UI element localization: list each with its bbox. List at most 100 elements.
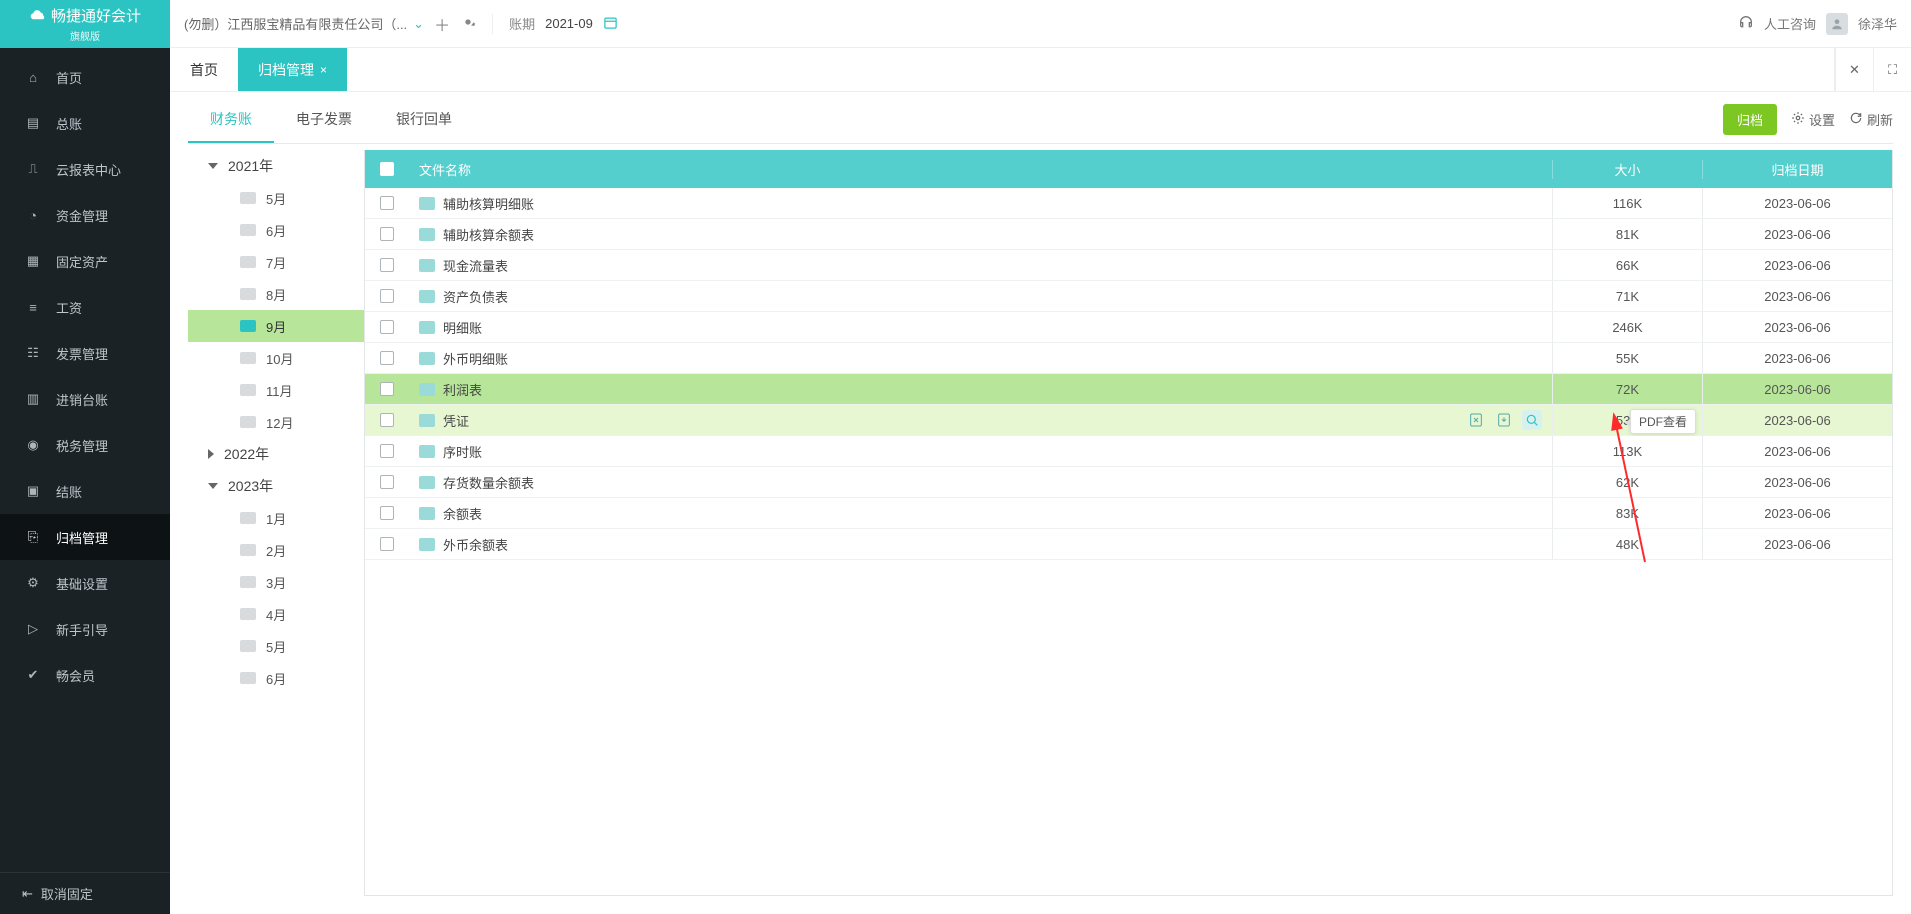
tree-month-2-2[interactable]: 3月	[188, 566, 364, 598]
period-label: 账期	[509, 14, 535, 33]
table-row[interactable]: 明细账 246K 2023-06-06	[365, 312, 1892, 343]
download-pdf-icon[interactable]	[1494, 410, 1514, 430]
table-row[interactable]: 凭证 PDF查看 53K 2023-06-06	[365, 405, 1892, 436]
tree-month-0-6[interactable]: 11月	[188, 374, 364, 406]
row-checkbox[interactable]	[380, 258, 394, 272]
subtab-2[interactable]: 银行回单	[374, 97, 474, 143]
folder-icon	[419, 383, 435, 396]
table-row[interactable]: 利润表 72K 2023-06-06	[365, 374, 1892, 405]
fullscreen-icon[interactable]: ⛶	[1873, 48, 1911, 91]
sidebar-item-8[interactable]: ◉税务管理	[0, 422, 170, 468]
archive-date: 2023-06-06	[1702, 529, 1892, 559]
tree-month-2-1[interactable]: 2月	[188, 534, 364, 566]
subtab-0[interactable]: 财务账	[188, 97, 274, 143]
row-checkbox[interactable]	[380, 289, 394, 303]
salary-icon: ≡	[24, 298, 42, 316]
close-all-tabs[interactable]: ✕	[1835, 48, 1873, 91]
row-checkbox[interactable]	[380, 320, 394, 334]
calendar-icon[interactable]	[603, 15, 618, 33]
period-value[interactable]: 2021-09	[545, 16, 593, 31]
subtab-1[interactable]: 电子发票	[274, 97, 374, 143]
folder-icon	[240, 384, 256, 396]
row-checkbox[interactable]	[380, 351, 394, 365]
user-name[interactable]: 徐泽华	[1858, 14, 1897, 33]
sidebar-item-12[interactable]: ▷新手引导	[0, 606, 170, 652]
refresh-link[interactable]: 刷新	[1849, 110, 1893, 129]
sidebar-item-1[interactable]: ▤总账	[0, 100, 170, 146]
support-link[interactable]: 人工咨询	[1764, 14, 1816, 33]
sidebar-item-7[interactable]: ▥进销台账	[0, 376, 170, 422]
col-size-header: 大小	[1552, 160, 1702, 179]
file-name: 存货数量余额表	[443, 473, 534, 492]
table-row[interactable]: 余额表 83K 2023-06-06	[365, 498, 1892, 529]
file-name: 凭证	[443, 411, 469, 430]
avatar[interactable]	[1826, 13, 1848, 35]
row-checkbox[interactable]	[380, 506, 394, 520]
sidebar-item-4[interactable]: ▦固定资产	[0, 238, 170, 284]
table-row[interactable]: 存货数量余额表 62K 2023-06-06	[365, 467, 1892, 498]
file-size: 72K	[1552, 374, 1702, 404]
tree-month-0-2[interactable]: 7月	[188, 246, 364, 278]
tab-1[interactable]: 归档管理×	[238, 48, 347, 91]
sidebar-item-3[interactable]: ◔资金管理	[0, 192, 170, 238]
sidebar-item-5[interactable]: ≡工资	[0, 284, 170, 330]
tree-month-0-7[interactable]: 12月	[188, 406, 364, 438]
tree-month-0-4[interactable]: 9月	[188, 310, 364, 342]
select-all-checkbox[interactable]	[380, 162, 394, 176]
tree-month-2-4[interactable]: 5月	[188, 630, 364, 662]
gear-icon[interactable]	[460, 14, 476, 33]
close-icon[interactable]: ×	[320, 63, 327, 77]
sidebar-item-9[interactable]: ▣结账	[0, 468, 170, 514]
pdf-view-icon[interactable]	[1522, 410, 1542, 430]
table-row[interactable]: 现金流量表 66K 2023-06-06	[365, 250, 1892, 281]
table-row[interactable]: 资产负债表 71K 2023-06-06	[365, 281, 1892, 312]
sidebar-unpin[interactable]: ⇤ 取消固定	[0, 872, 170, 914]
download-excel-icon[interactable]	[1466, 410, 1486, 430]
sidebar: 畅捷通好会计 旗舰版 ⌂首页▤总账⎍云报表中心◔资金管理▦固定资产≡工资☷发票管…	[0, 0, 170, 914]
tree-year-1[interactable]: 2022年	[188, 438, 364, 470]
sidebar-item-10[interactable]: ⎘归档管理	[0, 514, 170, 560]
row-checkbox[interactable]	[380, 413, 394, 427]
folder-icon	[240, 672, 256, 684]
sidebar-item-2[interactable]: ⎍云报表中心	[0, 146, 170, 192]
archive-button[interactable]: 归档	[1723, 104, 1777, 135]
file-name: 利润表	[443, 380, 482, 399]
close-period-icon: ▣	[24, 482, 42, 500]
add-icon[interactable]: ＋	[434, 12, 450, 36]
folder-icon	[419, 352, 435, 365]
tree-month-0-5[interactable]: 10月	[188, 342, 364, 374]
settings-link[interactable]: 设置	[1791, 110, 1835, 129]
table-row[interactable]: 外币余额表 48K 2023-06-06	[365, 529, 1892, 560]
sidebar-item-11[interactable]: ⚙基础设置	[0, 560, 170, 606]
table-row[interactable]: 辅助核算余额表 81K 2023-06-06	[365, 219, 1892, 250]
company-selector[interactable]: (勿删）江西服宝精品有限责任公司（... ⌄	[184, 14, 424, 33]
tab-0[interactable]: 首页	[170, 48, 238, 91]
table-row[interactable]: 序时账 113K 2023-06-06	[365, 436, 1892, 467]
sidebar-item-0[interactable]: ⌂首页	[0, 54, 170, 100]
sidebar-item-6[interactable]: ☷发票管理	[0, 330, 170, 376]
tree-month-0-0[interactable]: 5月	[188, 182, 364, 214]
tree-year-2[interactable]: 2023年	[188, 470, 364, 502]
row-checkbox[interactable]	[380, 196, 394, 210]
tree-month-2-3[interactable]: 4月	[188, 598, 364, 630]
archive-date: 2023-06-06	[1702, 250, 1892, 280]
tree-month-2-5[interactable]: 6月	[188, 662, 364, 694]
table-row[interactable]: 辅助核算明细账 116K 2023-06-06	[365, 188, 1892, 219]
refresh-icon	[1849, 111, 1863, 128]
tree-month-0-3[interactable]: 8月	[188, 278, 364, 310]
topbar: (勿删）江西服宝精品有限责任公司（... ⌄ ＋ 账期 2021-09 人工咨询	[170, 0, 1911, 48]
tree-month-2-0[interactable]: 1月	[188, 502, 364, 534]
archive-date: 2023-06-06	[1702, 219, 1892, 249]
year-tree: 2021年5月6月7月8月9月10月11月12月2022年2023年1月2月3月…	[188, 150, 364, 896]
table-row[interactable]: 外币明细账 55K 2023-06-06	[365, 343, 1892, 374]
tree-month-label: 6月	[266, 669, 286, 688]
row-checkbox[interactable]	[380, 382, 394, 396]
row-checkbox[interactable]	[380, 227, 394, 241]
row-checkbox[interactable]	[380, 537, 394, 551]
tree-year-0[interactable]: 2021年	[188, 150, 364, 182]
row-checkbox[interactable]	[380, 444, 394, 458]
row-checkbox[interactable]	[380, 475, 394, 489]
sidebar-item-13[interactable]: ✔畅会员	[0, 652, 170, 698]
headset-icon[interactable]	[1738, 14, 1754, 33]
tree-month-0-1[interactable]: 6月	[188, 214, 364, 246]
